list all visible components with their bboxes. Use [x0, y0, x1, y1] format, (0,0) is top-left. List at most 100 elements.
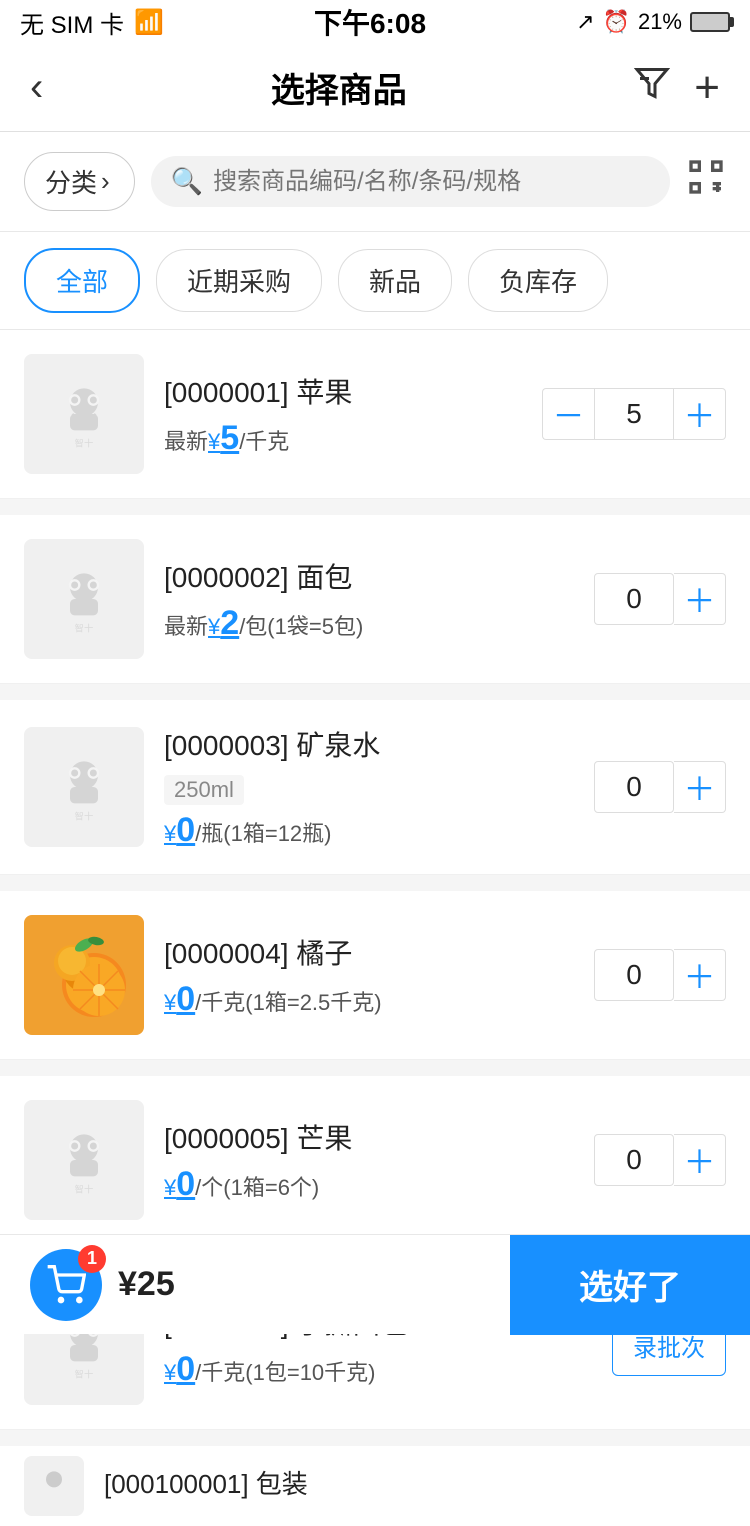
- price-number: 0: [176, 1165, 195, 1204]
- status-right: ↗ ⏰ 21%: [576, 9, 730, 35]
- add-icon[interactable]: +: [694, 63, 720, 113]
- price-unit: /千克: [239, 424, 289, 456]
- back-button[interactable]: ‹: [30, 65, 43, 110]
- svg-text:智十: 智十: [75, 1184, 94, 1195]
- scan-icon[interactable]: [686, 157, 726, 206]
- product-price: ¥ 0 /瓶(1箱=12瓶): [164, 811, 574, 850]
- price-yuan: ¥: [208, 614, 220, 640]
- confirm-button[interactable]: 选好了: [510, 1235, 750, 1335]
- svg-text:智十: 智十: [75, 438, 94, 449]
- product-price: ¥ 0 /千克(1箱=2.5千克): [164, 980, 574, 1019]
- quantity-input[interactable]: [594, 949, 674, 1001]
- product-spec: 250ml: [164, 775, 244, 805]
- product-item: [0000004] 橘子 ¥ 0 /千克(1箱=2.5千克) ＋: [0, 891, 750, 1060]
- time-display: 下午6:08: [314, 2, 426, 42]
- product-item-partial: [000100001] 包装: [0, 1446, 750, 1526]
- location-icon: ↗: [576, 9, 594, 35]
- nav-actions: +: [634, 63, 720, 113]
- tab-negative-stock[interactable]: 负库存: [468, 249, 608, 312]
- cart-section: 1 ¥25: [0, 1249, 510, 1321]
- battery-icon: [690, 12, 730, 32]
- tabs-bar: 全部 近期采购 新品 负库存: [0, 232, 750, 330]
- search-icon: 🔍: [171, 166, 203, 197]
- price-number: 0: [176, 980, 195, 1019]
- product-name: [0000003] 矿泉水: [164, 724, 574, 764]
- tab-recent[interactable]: 近期采购: [156, 249, 322, 312]
- filter-icon[interactable]: [634, 65, 670, 110]
- bottom-bar: 1 ¥25 选好了: [0, 1234, 750, 1334]
- price-unit: /瓶(1箱=12瓶): [195, 816, 331, 848]
- product-price: ¥ 0 /个(1箱=6个): [164, 1165, 574, 1204]
- quantity-input[interactable]: [594, 573, 674, 625]
- price-unit: /包(1袋=5包): [239, 609, 363, 641]
- search-input[interactable]: [213, 168, 650, 196]
- product-item: 智十 [0000003] 矿泉水 250ml ¥ 0 /瓶(1箱=12瓶) ＋: [0, 700, 750, 875]
- carrier-text: 无 SIM 卡: [20, 5, 124, 40]
- cart-button[interactable]: 1: [30, 1249, 102, 1321]
- quantity-increase-button[interactable]: ＋: [674, 761, 726, 813]
- quantity-input[interactable]: [594, 388, 674, 440]
- price-label: 最新: [164, 424, 208, 456]
- alarm-icon: ⏰: [603, 9, 630, 35]
- search-box: 🔍: [151, 156, 670, 207]
- price-number: 5: [220, 419, 239, 458]
- price-yuan: ¥: [164, 1175, 176, 1201]
- quantity-control: ＋: [594, 1134, 726, 1186]
- category-chevron-icon: ›: [101, 166, 110, 197]
- quantity-decrease-button[interactable]: －: [542, 388, 594, 440]
- cart-badge: 1: [78, 1245, 106, 1273]
- product-info: [0000003] 矿泉水 250ml ¥ 0 /瓶(1箱=12瓶): [164, 724, 574, 850]
- quantity-increase-button[interactable]: ＋: [674, 949, 726, 1001]
- price-number: 0: [176, 811, 195, 850]
- price-yuan: ¥: [208, 429, 220, 455]
- product-name: [0000004] 橘子: [164, 932, 574, 972]
- product-info: [0000002] 面包 最新 ¥ 2 /包(1袋=5包): [164, 556, 574, 643]
- product-price: 最新 ¥ 2 /包(1袋=5包): [164, 604, 574, 643]
- price-unit: /个(1箱=6个): [195, 1170, 319, 1202]
- product-price: ¥ 0 /千克(1包=10千克): [164, 1350, 592, 1389]
- product-thumbnail: 智十: [24, 1100, 144, 1220]
- product-thumbnail: 智十: [24, 354, 144, 474]
- quantity-input[interactable]: [594, 761, 674, 813]
- svg-text:智十: 智十: [75, 623, 94, 634]
- price-yuan: ¥: [164, 990, 176, 1016]
- price-unit: /千克(1包=10千克): [195, 1355, 375, 1387]
- svg-text:智十: 智十: [75, 811, 94, 822]
- product-name: [0000005] 芒果: [164, 1117, 574, 1157]
- product-info: [0000004] 橘子 ¥ 0 /千克(1箱=2.5千克): [164, 932, 574, 1019]
- product-thumbnail: 智十: [24, 539, 144, 659]
- tab-all[interactable]: 全部: [24, 248, 140, 313]
- product-item: 智十 [0000002] 面包 最新 ¥ 2 /包(1袋=5包) ＋: [0, 515, 750, 684]
- category-button[interactable]: 分类 ›: [24, 152, 135, 211]
- price-number: 2: [220, 604, 239, 643]
- product-name: [0000001] 苹果: [164, 371, 522, 411]
- product-price: 最新 ¥ 5 /千克: [164, 419, 522, 458]
- quantity-control: ＋: [594, 949, 726, 1001]
- battery-percent: 21%: [638, 9, 682, 35]
- product-thumbnail: 智十: [24, 727, 144, 847]
- tab-new[interactable]: 新品: [338, 249, 452, 312]
- cart-total: ¥25: [118, 1265, 175, 1304]
- product-name: [000100001] 包装: [104, 1464, 726, 1501]
- wifi-icon: 📶: [134, 8, 164, 37]
- quantity-increase-button[interactable]: ＋: [674, 573, 726, 625]
- quantity-control: ＋: [594, 761, 726, 813]
- quantity-increase-button[interactable]: ＋: [674, 388, 726, 440]
- quantity-control: － ＋: [542, 388, 726, 440]
- product-thumbnail: [24, 915, 144, 1035]
- product-name: [0000002] 面包: [164, 556, 574, 596]
- product-info: [0000005] 芒果 ¥ 0 /个(1箱=6个): [164, 1117, 574, 1204]
- price-number: 0: [176, 1350, 195, 1389]
- status-bar: 无 SIM 卡 📶 下午6:08 ↗ ⏰ 21%: [0, 0, 750, 44]
- price-label: 最新: [164, 609, 208, 641]
- filter-bar: 分类 › 🔍: [0, 132, 750, 232]
- price-yuan: ¥: [164, 821, 176, 847]
- product-list: 智十 [0000001] 苹果 最新 ¥ 5 /千克 － ＋: [0, 330, 750, 1526]
- price-yuan: ¥: [164, 1360, 176, 1386]
- quantity-increase-button[interactable]: ＋: [674, 1134, 726, 1186]
- quantity-input[interactable]: [594, 1134, 674, 1186]
- category-label: 分类: [45, 163, 97, 200]
- product-info: [0000001] 苹果 最新 ¥ 5 /千克: [164, 371, 522, 458]
- page-title: 选择商品: [271, 63, 407, 112]
- status-left: 无 SIM 卡 📶: [20, 5, 164, 40]
